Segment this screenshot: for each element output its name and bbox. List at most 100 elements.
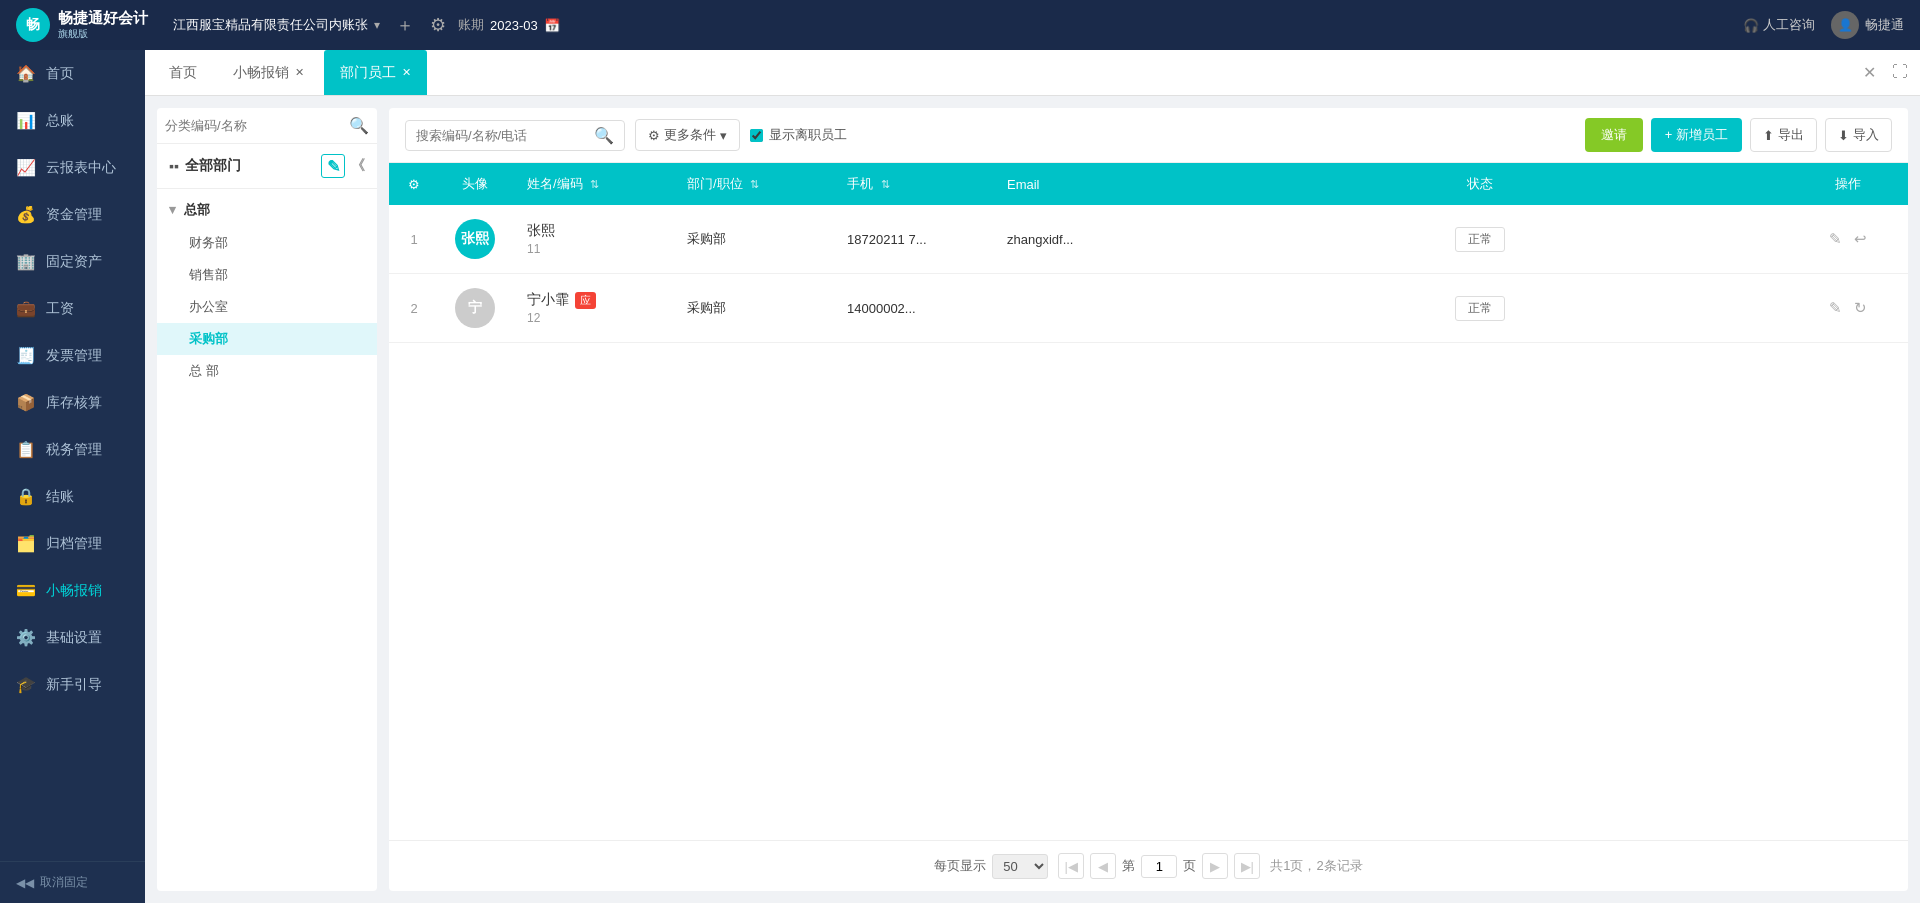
dept-child-purchase[interactable]: 采购部 — [157, 323, 377, 355]
name-code-ning: 宁小霏 应 12 — [527, 291, 655, 325]
sidebar-item-invoice[interactable]: 🧾 发票管理 — [0, 332, 145, 379]
sidebar-item-assets[interactable]: 🏢 固定资产 — [0, 238, 145, 285]
sidebar-item-closing[interactable]: 🔒 结账 — [0, 473, 145, 520]
page-suffix-label: 页 — [1183, 857, 1196, 875]
more-filters-button[interactable]: ⚙ 更多条件 ▾ — [635, 119, 740, 151]
export-icon: ⬆ — [1763, 128, 1774, 143]
basic-settings-icon: ⚙️ — [16, 628, 36, 647]
last-page-button[interactable]: ▶| — [1234, 853, 1260, 879]
current-page-input[interactable] — [1141, 855, 1177, 878]
sidebar-label-assets: 固定资产 — [46, 253, 102, 271]
col-name[interactable]: 姓名/编码 ⇅ — [511, 163, 671, 205]
pin-toggle[interactable]: ◀◀ 取消固定 — [0, 861, 145, 903]
invoice-icon: 🧾 — [16, 346, 36, 365]
add-company-button[interactable]: ＋ — [392, 13, 418, 37]
add-employee-button[interactable]: + 新增员工 — [1651, 118, 1742, 152]
tab-employees-label: 部门员工 — [340, 64, 396, 82]
tab-home[interactable]: 首页 — [153, 50, 213, 95]
row2-name-cell: 宁小霏 应 12 — [511, 274, 671, 343]
service-button[interactable]: 🎧 人工咨询 — [1743, 16, 1815, 34]
col-dept[interactable]: 部门/职位 ⇅ — [671, 163, 831, 205]
import-button[interactable]: ⬇ 导入 — [1825, 118, 1892, 152]
settings-icon[interactable]: ⚙ — [430, 14, 446, 36]
ledger-icon: 📊 — [16, 111, 36, 130]
sort-name-icon: ⇅ — [590, 178, 599, 190]
archive-icon: 🗂️ — [16, 534, 36, 553]
code-ning: 12 — [527, 311, 655, 325]
row2-dept: 采购部 — [671, 274, 831, 343]
add-employee-label: + 新增员工 — [1665, 126, 1728, 144]
first-page-button[interactable]: |◀ — [1058, 853, 1084, 879]
prev-page-button[interactable]: ◀ — [1090, 853, 1116, 879]
edit-dept-button[interactable]: ✎ — [321, 154, 345, 178]
row1-status: 正常 — [1171, 205, 1788, 274]
dept-child-sales[interactable]: 销售部 — [157, 259, 377, 291]
tab-bar: 首页 小畅报销 ✕ 部门员工 ✕ ✕ ⛶ — [145, 50, 1920, 96]
show-resigned-area: 显示离职员工 — [750, 126, 847, 144]
pin-icon: ◀◀ — [16, 876, 34, 890]
sidebar-item-tax[interactable]: 📋 税务管理 — [0, 426, 145, 473]
edit-row1-button[interactable]: ✎ — [1829, 230, 1842, 248]
company-selector[interactable]: 江西服宝精品有限责任公司内账张 ▾ — [173, 16, 380, 34]
dept-child-general[interactable]: 总 部 — [157, 355, 377, 387]
dept-child-office[interactable]: 办公室 — [157, 291, 377, 323]
left-panel: 🔍 ▪▪ 全部部门 ✎ 《 ▾ 总部 财务部 — [157, 108, 377, 891]
main-layout: 🏠 首页 📊 总账 📈 云报表中心 💰 资金管理 🏢 固定资产 💼 工资 🧾 发… — [0, 50, 1920, 903]
dept-search-icon[interactable]: 🔍 — [349, 116, 369, 135]
sidebar-item-guide[interactable]: 🎓 新手引导 — [0, 661, 145, 708]
per-page-select[interactable]: 50 100 200 — [992, 854, 1048, 879]
period-value: 2023-03 — [490, 18, 538, 33]
table-header-row: ⚙ 头像 姓名/编码 ⇅ 部门/职位 ⇅ — [389, 163, 1908, 205]
total-record-label: 共1页，2条记录 — [1270, 857, 1362, 875]
tab-home-label: 首页 — [169, 64, 197, 82]
page-size-area: 每页显示 50 100 200 — [934, 854, 1048, 879]
col-phone[interactable]: 手机 ⇅ — [831, 163, 991, 205]
dept-child-finance[interactable]: 财务部 — [157, 227, 377, 259]
filter-arrow-icon: ▾ — [720, 128, 727, 143]
tab-expense-label: 小畅报销 — [233, 64, 289, 82]
sidebar-item-funds[interactable]: 💰 资金管理 — [0, 191, 145, 238]
sidebar-item-inventory[interactable]: 📦 库存核算 — [0, 379, 145, 426]
employee-search-input[interactable] — [416, 128, 588, 143]
employee-search-icon[interactable]: 🔍 — [594, 126, 614, 145]
show-resigned-checkbox[interactable] — [750, 129, 763, 142]
close-window-button[interactable]: ✕ — [1859, 59, 1880, 86]
calendar-icon[interactable]: 📅 — [544, 18, 560, 33]
close-expense-tab-button[interactable]: ✕ — [295, 66, 304, 79]
sidebar-item-expense[interactable]: 💳 小畅报销 — [0, 567, 145, 614]
sidebar-item-ledger[interactable]: 📊 总账 — [0, 97, 145, 144]
collapse-tree-button[interactable]: 《 — [351, 157, 365, 175]
sidebar-item-archive[interactable]: 🗂️ 归档管理 — [0, 520, 145, 567]
expand-window-button[interactable]: ⛶ — [1888, 59, 1912, 86]
avatar-zhang: 张熙 — [455, 219, 495, 259]
period-area: 账期 2023-03 📅 — [458, 16, 560, 34]
sidebar-item-home[interactable]: 🏠 首页 — [0, 50, 145, 97]
sidebar-item-reports[interactable]: 📈 云报表中心 — [0, 144, 145, 191]
sidebar-item-salary[interactable]: 💼 工资 — [0, 285, 145, 332]
sidebar-label-tax: 税务管理 — [46, 441, 102, 459]
tab-expense[interactable]: 小畅报销 ✕ — [217, 50, 320, 95]
logout-row1-button[interactable]: ↩ — [1854, 230, 1867, 248]
edit-row2-button[interactable]: ✎ — [1829, 299, 1842, 317]
dept-search-input[interactable] — [165, 118, 343, 133]
next-page-button[interactable]: ▶ — [1202, 853, 1228, 879]
tab-employees[interactable]: 部门员工 ✕ — [324, 50, 427, 95]
row1-name-cell: 张熙 11 — [511, 205, 671, 274]
sort-dept-icon: ⇅ — [750, 178, 759, 190]
tax-icon: 📋 — [16, 440, 36, 459]
tag-ning: 应 — [575, 292, 596, 309]
sidebar-label-guide: 新手引导 — [46, 676, 102, 694]
delete-row2-button[interactable]: ↻ — [1854, 299, 1867, 317]
row1-action-icons: ✎ ↩ — [1804, 230, 1892, 248]
sidebar-label-funds: 资金管理 — [46, 206, 102, 224]
dept-grid-icon: ▪▪ — [169, 158, 179, 174]
row1-dept: 采购部 — [671, 205, 831, 274]
sidebar-item-settings[interactable]: ⚙️ 基础设置 — [0, 614, 145, 661]
close-employees-tab-button[interactable]: ✕ — [402, 66, 411, 79]
export-button[interactable]: ⬆ 导出 — [1750, 118, 1817, 152]
col-settings[interactable]: ⚙ — [389, 163, 439, 205]
invite-button[interactable]: 邀请 — [1585, 118, 1643, 152]
user-area[interactable]: 👤 畅捷通 — [1831, 11, 1904, 39]
filter-label: 更多条件 — [664, 126, 716, 144]
row2-status: 正常 — [1171, 274, 1788, 343]
